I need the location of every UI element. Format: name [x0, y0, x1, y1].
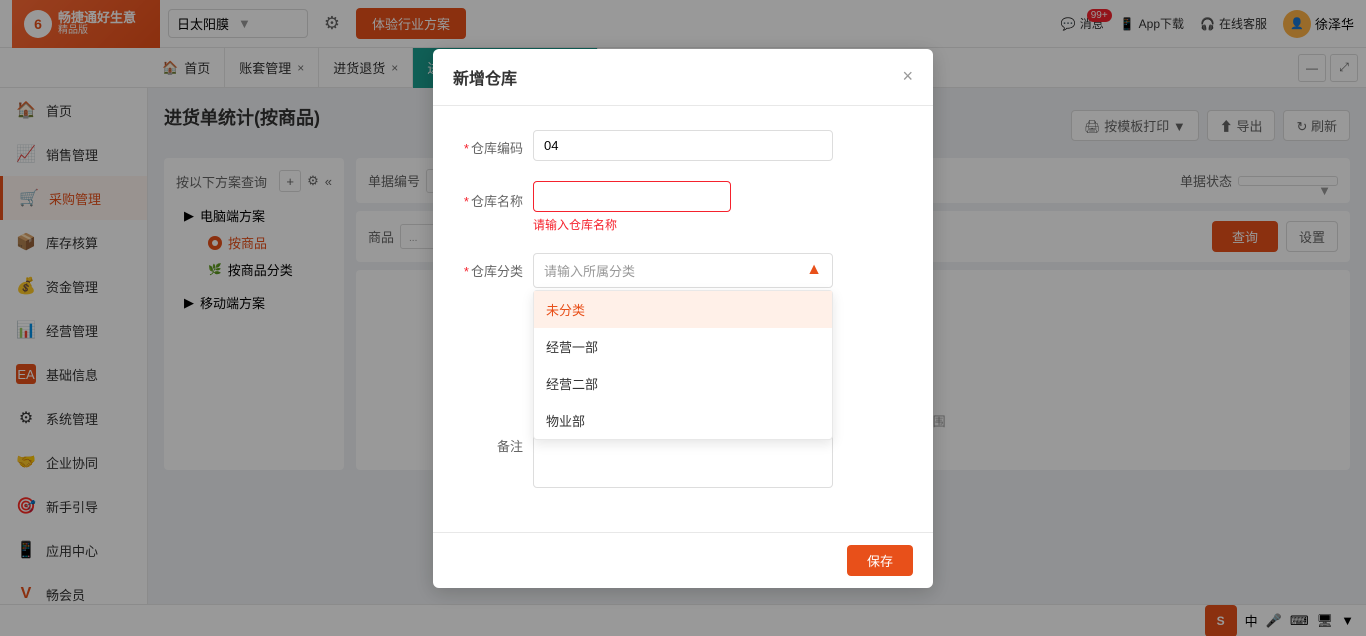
modal-close-button[interactable]: × [902, 66, 913, 87]
modal-overlay: 新增仓库 × 仓库编码 仓库名称 请输入仓库名称 仓库分类 [0, 0, 1366, 636]
category-wrapper: 请输入所属分类 ▲ 未分类 经营一部 经营二部 物业部 [533, 253, 833, 288]
warehouse-name-input[interactable] [533, 181, 731, 212]
field-name-label: 仓库名称 [453, 183, 533, 210]
field-remark-label: 备注 [453, 428, 533, 455]
field-name-error: 请输入仓库名称 [533, 218, 617, 232]
new-warehouse-modal: 新增仓库 × 仓库编码 仓库名称 请输入仓库名称 仓库分类 [433, 49, 933, 588]
modal-footer: 保存 [433, 532, 933, 588]
chevron-up-icon: ▲ [806, 261, 822, 279]
save-button[interactable]: 保存 [847, 545, 913, 576]
warehouse-code-input[interactable] [533, 130, 833, 161]
dropdown-item-dept3[interactable]: 物业部 [534, 402, 832, 439]
field-code-label: 仓库编码 [453, 130, 533, 157]
category-dropdown[interactable]: 请输入所属分类 ▲ [533, 253, 833, 288]
form-row-name: 仓库名称 请输入仓库名称 [453, 181, 913, 233]
modal-header: 新增仓库 × [433, 49, 933, 106]
category-dropdown-list: 未分类 经营一部 经营二部 物业部 [533, 290, 833, 440]
dropdown-item-dept1[interactable]: 经营一部 [534, 328, 832, 365]
form-row-code: 仓库编码 [453, 130, 913, 161]
modal-body: 仓库编码 仓库名称 请输入仓库名称 仓库分类 请输入所属分类 [433, 106, 933, 532]
dropdown-item-dept2[interactable]: 经营二部 [534, 365, 832, 402]
dropdown-item-unclassified[interactable]: 未分类 [534, 291, 832, 328]
modal-title: 新增仓库 [453, 65, 517, 89]
form-row-category: 仓库分类 请输入所属分类 ▲ 未分类 经营一部 经营二部 物业部 [453, 253, 913, 288]
field-category-label: 仓库分类 [453, 253, 533, 280]
